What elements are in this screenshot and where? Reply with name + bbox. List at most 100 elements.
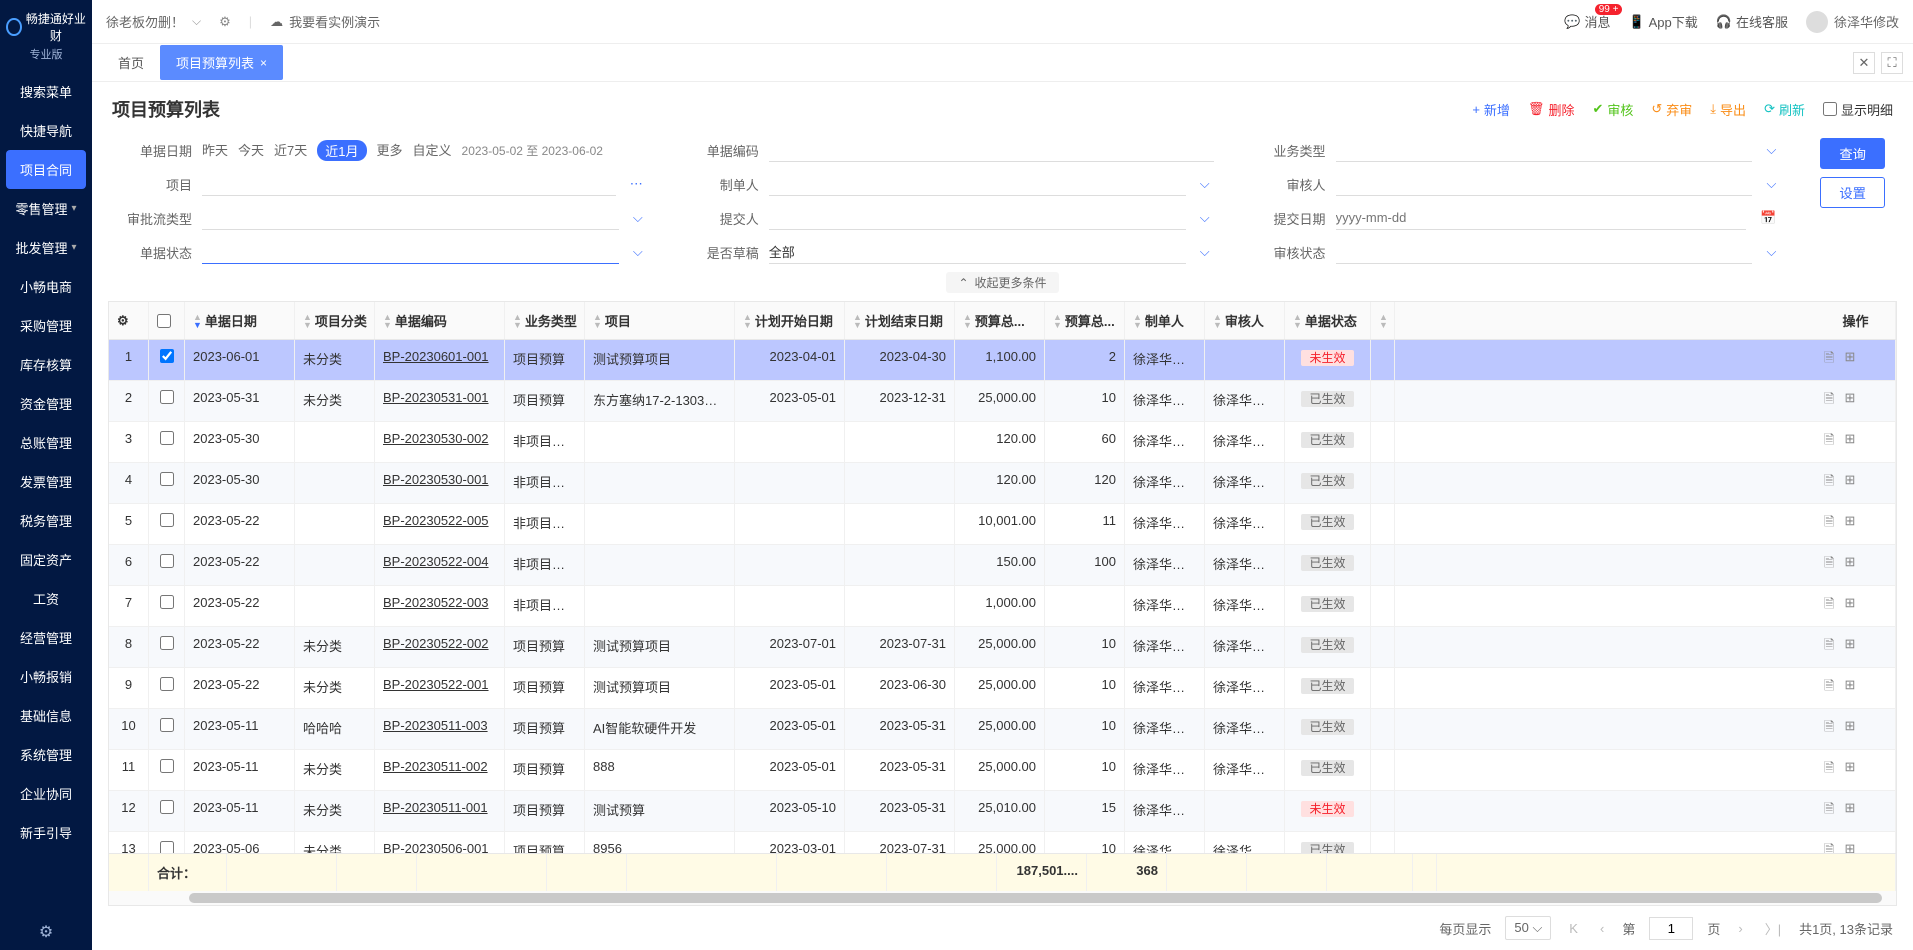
sidebar-item-4[interactable]: 批发管理▾: [0, 228, 92, 267]
filter-maker-input[interactable]: [769, 172, 1186, 196]
view-icon[interactable]: 🗎: [1824, 677, 1834, 699]
filter-code-input[interactable]: [769, 138, 1214, 162]
col-audit[interactable]: ▲▼审核人: [1205, 302, 1285, 339]
sidebar-item-16[interactable]: 基础信息: [0, 696, 92, 735]
col-maker[interactable]: ▲▼制单人: [1125, 302, 1205, 339]
table-row[interactable]: 62023-05-22BP-20230522-004非项目预算150.00100…: [109, 545, 1896, 586]
col-date[interactable]: ▲▼单据日期: [185, 302, 295, 339]
view-icon[interactable]: 🗎: [1824, 759, 1834, 781]
grid-icon[interactable]: ⊞: [1844, 431, 1855, 453]
table-row[interactable]: 52023-05-22BP-20230522-005非项目预算10,001.00…: [109, 504, 1896, 545]
org-selector[interactable]: 徐老板勿删！ ⌵: [106, 12, 201, 31]
sidebar-item-8[interactable]: 资金管理: [0, 384, 92, 423]
code-link[interactable]: BP-20230511-002: [383, 759, 488, 774]
row-checkbox[interactable]: [160, 349, 174, 363]
date-chip-1[interactable]: 今天: [238, 140, 264, 161]
chevron-down-icon[interactable]: ⌵: [1196, 176, 1214, 192]
row-checkbox[interactable]: [160, 636, 174, 650]
sidebar-item-6[interactable]: 采购管理: [0, 306, 92, 345]
add-button[interactable]: +新增: [1472, 100, 1510, 119]
grid-icon[interactable]: ⊞: [1844, 595, 1855, 617]
grid-icon[interactable]: ⊞: [1844, 677, 1855, 699]
row-checkbox[interactable]: [160, 595, 174, 609]
view-icon[interactable]: 🗎: [1824, 472, 1834, 494]
code-link[interactable]: BP-20230522-005: [383, 513, 489, 528]
view-icon[interactable]: 🗎: [1824, 800, 1834, 822]
date-chip-4[interactable]: 更多: [377, 140, 403, 161]
grid-icon[interactable]: ⊞: [1844, 759, 1855, 781]
sidebar-item-19[interactable]: 新手引导: [0, 813, 92, 852]
table-row[interactable]: 82023-05-22未分类BP-20230522-002项目预算测试预算项目2…: [109, 627, 1896, 668]
sidebar-item-10[interactable]: 发票管理: [0, 462, 92, 501]
code-link[interactable]: BP-20230601-001: [383, 349, 489, 364]
sidebar-item-13[interactable]: 工资: [0, 579, 92, 618]
grid-icon[interactable]: ⊞: [1844, 390, 1855, 412]
date-chip-5[interactable]: 自定义: [413, 140, 452, 161]
page-input[interactable]: [1649, 917, 1693, 940]
view-icon[interactable]: 🗎: [1824, 595, 1834, 617]
table-row[interactable]: 132023-05-06未分类BP-20230506-001项目预算895620…: [109, 832, 1896, 853]
col-code[interactable]: ▲▼单据编码: [375, 302, 505, 339]
chevron-down-icon[interactable]: ⌵: [1762, 244, 1780, 260]
filter-settings-button[interactable]: 设置: [1820, 177, 1885, 208]
view-icon[interactable]: 🗎: [1824, 349, 1834, 371]
row-checkbox[interactable]: [160, 677, 174, 691]
col-biz[interactable]: ▲▼业务类型: [505, 302, 585, 339]
messages-link[interactable]: 💬 消息 99 +: [1564, 12, 1610, 31]
table-row[interactable]: 122023-05-11未分类BP-20230511-001项目预算测试预算20…: [109, 791, 1896, 832]
view-icon[interactable]: 🗎: [1824, 390, 1834, 412]
grid-icon[interactable]: ⊞: [1844, 513, 1855, 535]
table-row[interactable]: 42023-05-30BP-20230530-001非项目预算120.00120…: [109, 463, 1896, 504]
view-icon[interactable]: 🗎: [1824, 636, 1834, 658]
sidebar-item-7[interactable]: 库存核算: [0, 345, 92, 384]
chevron-down-icon[interactable]: ⌵: [1762, 176, 1780, 192]
date-chip-2[interactable]: 近7天: [274, 140, 307, 161]
table-row[interactable]: 72023-05-22BP-20230522-003非项目预算1,000.00徐…: [109, 586, 1896, 627]
grid-icon[interactable]: ⊞: [1844, 472, 1855, 494]
filter-draft-input[interactable]: [769, 240, 1186, 264]
export-button[interactable]: ⤓导出: [1710, 100, 1746, 119]
expand-tab-button[interactable]: ⛶: [1881, 52, 1903, 74]
tab-0[interactable]: 首页: [102, 45, 160, 80]
code-link[interactable]: BP-20230522-003: [383, 595, 489, 610]
row-checkbox[interactable]: [160, 759, 174, 773]
row-checkbox[interactable]: [160, 472, 174, 486]
chevron-down-icon[interactable]: ⌵: [629, 244, 647, 260]
table-row[interactable]: 112023-05-11未分类BP-20230511-002项目预算888202…: [109, 750, 1896, 791]
gear-icon[interactable]: ⚙: [219, 14, 231, 30]
filter-biztype-input[interactable]: [1336, 138, 1753, 162]
filter-submitter-input[interactable]: [769, 206, 1186, 230]
sidebar-item-14[interactable]: 经营管理: [0, 618, 92, 657]
close-icon[interactable]: ×: [260, 56, 267, 70]
table-row[interactable]: 12023-06-01未分类BP-20230601-001项目预算测试预算项目2…: [109, 340, 1896, 381]
code-link[interactable]: BP-20230506-001: [383, 841, 489, 853]
query-button[interactable]: 查询: [1820, 138, 1885, 169]
col-tot1[interactable]: ▲▼预算总...: [955, 302, 1045, 339]
sidebar-item-9[interactable]: 总账管理: [0, 423, 92, 462]
filter-docstate-input[interactable]: [202, 240, 619, 264]
grid-icon[interactable]: ⊞: [1844, 349, 1855, 371]
table-row[interactable]: 22023-05-31未分类BP-20230531-001项目预算东方塞纳17-…: [109, 381, 1896, 422]
grid-icon[interactable]: ⊞: [1844, 800, 1855, 822]
col-extra[interactable]: ▲▼: [1371, 302, 1395, 339]
chevron-down-icon[interactable]: ⌵: [629, 210, 647, 226]
col-proj[interactable]: ▲▼项目: [585, 302, 735, 339]
first-page-button[interactable]: K: [1565, 921, 1582, 936]
view-icon[interactable]: 🗎: [1824, 513, 1834, 535]
filter-auditer-input[interactable]: [1336, 172, 1753, 196]
user-menu[interactable]: 徐泽华修改: [1806, 11, 1899, 33]
calendar-icon[interactable]: 📅: [1756, 210, 1780, 226]
sidebar-item-17[interactable]: 系统管理: [0, 735, 92, 774]
close-tab-button[interactable]: ✕: [1853, 52, 1875, 74]
sidebar-item-0[interactable]: 搜索菜单: [0, 72, 92, 111]
next-page-button[interactable]: ›: [1734, 921, 1746, 936]
settings-gear-icon[interactable]: ⚙: [39, 924, 53, 941]
filter-project-input[interactable]: [202, 172, 616, 196]
refresh-button[interactable]: ⟳刷新: [1764, 100, 1805, 119]
view-icon[interactable]: 🗎: [1824, 841, 1834, 853]
table-row[interactable]: 92023-05-22未分类BP-20230522-001项目预算测试预算项目2…: [109, 668, 1896, 709]
table-row[interactable]: 102023-05-11哈哈哈BP-20230511-003项目预算AI智能软硬…: [109, 709, 1896, 750]
horizontal-scrollbar[interactable]: [109, 891, 1896, 905]
more-icon[interactable]: ⋯: [626, 176, 647, 192]
code-link[interactable]: BP-20230522-002: [383, 636, 489, 651]
